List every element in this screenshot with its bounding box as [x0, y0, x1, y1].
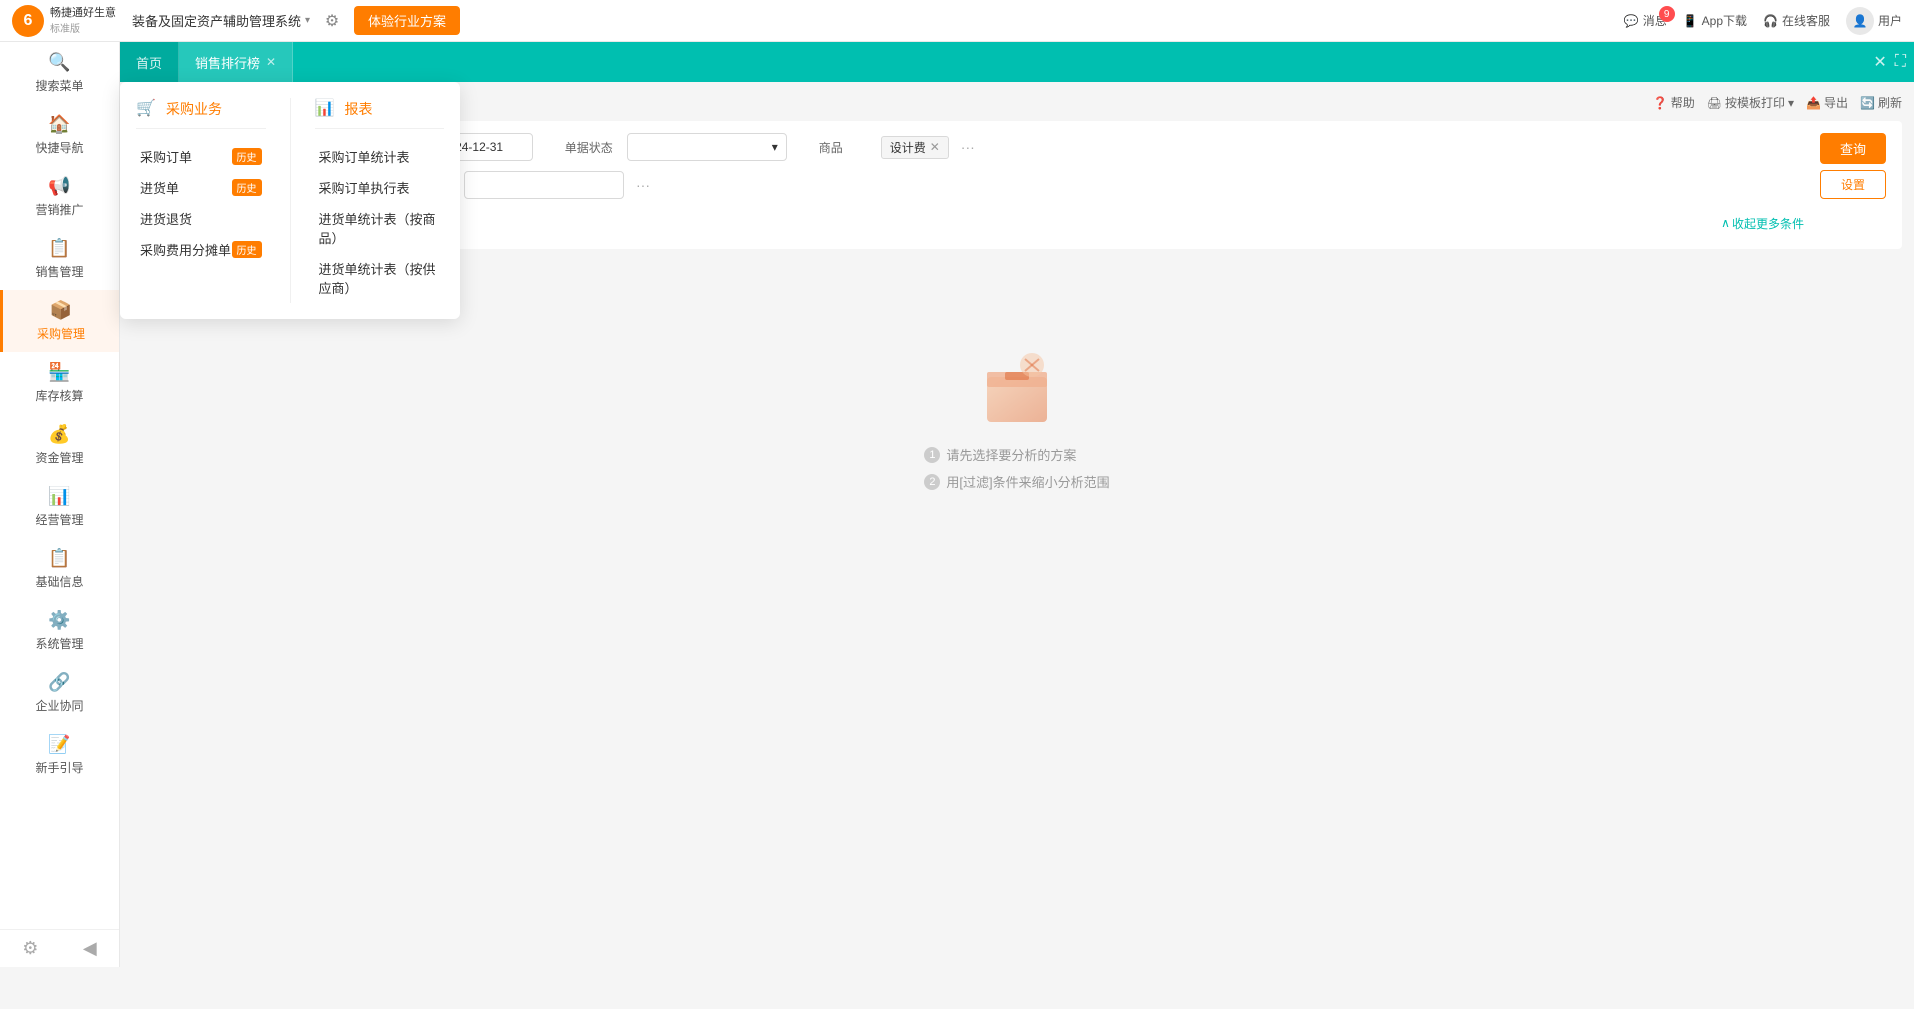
- report-item-label-1: 采购订单执行表: [319, 178, 410, 197]
- column-divider: [290, 98, 291, 303]
- purchase-item-3[interactable]: 采购费用分摊单历史: [136, 234, 266, 265]
- purchase-item-2[interactable]: 进货退货: [136, 203, 266, 234]
- purchase-column-title: 采购业务: [166, 99, 222, 119]
- purchase-item-label-3: 采购费用分摊单: [140, 240, 231, 259]
- report-item-2[interactable]: 进货单统计表（按商品）: [315, 203, 445, 253]
- report-item-1[interactable]: 采购订单执行表: [315, 172, 445, 203]
- report-item-label-0: 采购订单统计表: [319, 147, 410, 166]
- report-item-label-3: 进货单统计表（按供应商）: [319, 259, 441, 297]
- purchase-header-icon: 🛒: [136, 98, 158, 120]
- purchase-item-label-2: 进货退货: [140, 209, 192, 228]
- purchase-column: 🛒 采购业务 采购订单历史进货单历史进货退货采购费用分摊单历史: [136, 98, 266, 303]
- report-column-header: 📊 报表: [315, 98, 445, 129]
- report-column: 📊 报表 采购订单统计表采购订单执行表进货单统计表（按商品） 进货单统计表（按供应…: [315, 98, 445, 303]
- dropdown-cols: 🛒 采购业务 采购订单历史进货单历史进货退货采购费用分摊单历史 📊 报表 采购订…: [136, 98, 444, 303]
- report-item-label-2: 进货单统计表（按商品）: [319, 209, 441, 247]
- purchase-dropdown-menu: 🛒 采购业务 采购订单历史进货单历史进货退货采购费用分摊单历史 📊 报表 采购订…: [120, 82, 460, 319]
- report-item-0[interactable]: 采购订单统计表: [315, 141, 445, 172]
- purchase-item-label-0: 采购订单: [140, 147, 192, 166]
- report-column-title: 报表: [345, 99, 373, 119]
- purchase-item-1[interactable]: 进货单 历史: [136, 172, 266, 203]
- history-badge-1: 历史: [232, 179, 262, 196]
- history-badge-3: 历史: [232, 241, 262, 258]
- report-header-icon: 📊: [315, 98, 337, 120]
- history-badge-0: 历史: [232, 148, 262, 165]
- purchase-item-0[interactable]: 采购订单 历史: [136, 141, 266, 172]
- purchase-item-label-1: 进货单: [140, 178, 179, 197]
- purchase-column-header: 🛒 采购业务: [136, 98, 266, 129]
- report-item-3[interactable]: 进货单统计表（按供应商）: [315, 253, 445, 303]
